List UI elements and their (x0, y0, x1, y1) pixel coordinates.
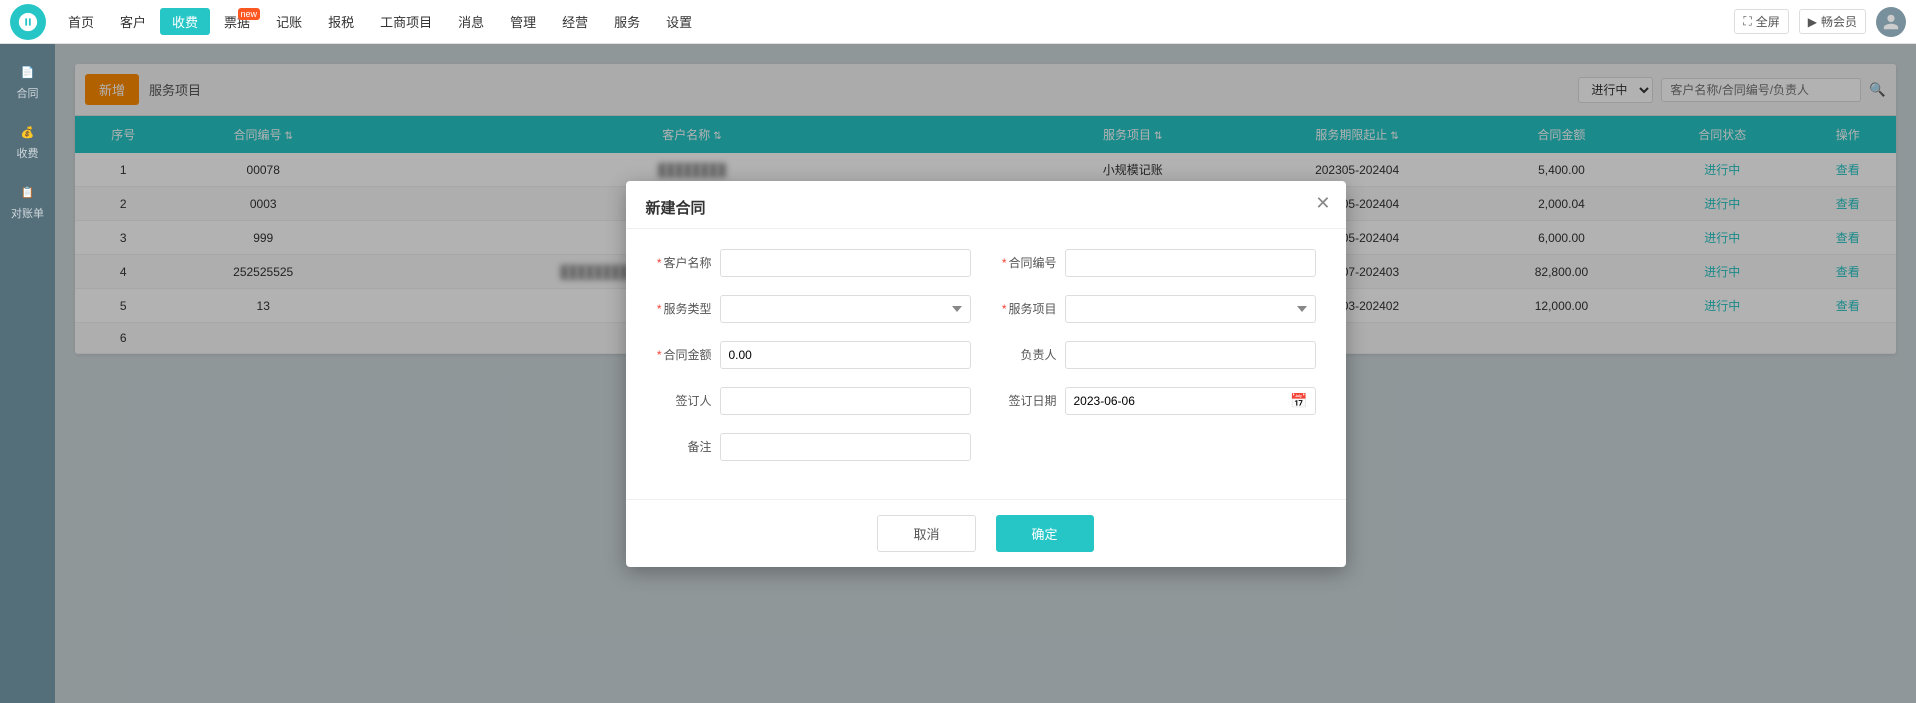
fullscreen-icon: ⛶ (1743, 14, 1751, 29)
form-row-4: 签订人 签订日期 📅 (656, 387, 1316, 415)
form-row-5: 备注 (656, 433, 1316, 461)
bill-icon: 📋 (18, 182, 38, 202)
nav-item-设置[interactable]: 设置 (654, 8, 704, 35)
main-area: 📄 合同 💰 收费 📋 对账单 新增 服务项目 进行中已完成已终止 🔍 (0, 44, 1916, 703)
nav-items: 首页客户收费票据new记账报税工商项目消息管理经营服务设置 (56, 8, 1734, 35)
modal-close-button[interactable]: ✕ (1315, 193, 1330, 214)
signer-label: 签订人 (656, 392, 712, 409)
nav-badge: new (238, 8, 261, 20)
service-item-label: *服务项目 (1001, 300, 1057, 317)
nav-item-管理[interactable]: 管理 (498, 8, 548, 35)
person-in-charge-label: 负责人 (1001, 346, 1057, 363)
form-group-contract-no: *合同编号 (1001, 249, 1316, 277)
logo (10, 4, 46, 40)
form-group-service-type: *服务类型 (656, 295, 971, 323)
sign-date-input[interactable] (1065, 387, 1316, 415)
required-star-5: * (657, 348, 662, 362)
modal-header: 新建合同 (626, 181, 1346, 229)
nav-right: ⛶ 全屏 ▶ 畅会员 (1734, 7, 1906, 37)
logo-icon (17, 11, 39, 33)
date-input-wrap: 📅 (1065, 387, 1316, 415)
sign-date-label: 签订日期 (1001, 392, 1057, 409)
notes-input[interactable] (720, 433, 971, 461)
member-button[interactable]: ▶ 畅会员 (1799, 9, 1866, 34)
service-item-select[interactable] (1065, 295, 1316, 323)
contract-no-label: *合同编号 (1001, 254, 1057, 271)
modal-overlay: 新建合同 ✕ *客户名称 *合同编号 (55, 44, 1916, 703)
required-star-2: * (1002, 256, 1007, 270)
form-group-person-in-charge: 负责人 (1001, 341, 1316, 369)
contract-no-input[interactable] (1065, 249, 1316, 277)
form-group-signer: 签订人 (656, 387, 971, 415)
calendar-icon[interactable]: 📅 (1290, 392, 1307, 409)
nav-item-服务[interactable]: 服务 (602, 8, 652, 35)
sidebar-item-收费[interactable]: 💰 收费 (3, 114, 53, 169)
nav-item-工商项目[interactable]: 工商项目 (368, 8, 444, 35)
service-type-select[interactable] (720, 295, 971, 323)
member-label: 畅会员 (1821, 13, 1857, 30)
nav-item-消息[interactable]: 消息 (446, 8, 496, 35)
avatar-icon (1882, 13, 1900, 31)
sidebar-item-label: 对账单 (11, 205, 44, 221)
form-group-notes: 备注 (656, 433, 971, 461)
contract-amount-input[interactable] (720, 341, 971, 369)
fullscreen-button[interactable]: ⛶ 全屏 (1734, 9, 1788, 34)
amount-label: *合同金额 (656, 346, 712, 363)
form-group-service-item: *服务项目 (1001, 295, 1316, 323)
nav-item-收费[interactable]: 收费 (160, 8, 210, 35)
nav-item-首页[interactable]: 首页 (56, 8, 106, 35)
fee-icon: 💰 (18, 122, 38, 142)
sidebar-item-对账单[interactable]: 📋 对账单 (3, 174, 53, 229)
required-star-3: * (657, 302, 662, 316)
nav-item-客户[interactable]: 客户 (108, 8, 158, 35)
form-group-sign-date: 签订日期 📅 (1001, 387, 1316, 415)
nav-item-票据[interactable]: 票据new (212, 8, 262, 35)
sidebar-item-合同[interactable]: 📄 合同 (3, 54, 53, 109)
nav-item-经营[interactable]: 经营 (550, 8, 600, 35)
contract-icon: 📄 (18, 62, 38, 82)
service-type-label: *服务类型 (656, 300, 712, 317)
form-row-1: *客户名称 *合同编号 (656, 249, 1316, 277)
content-area: 新增 服务项目 进行中已完成已终止 🔍 序号合同编号⇅客户名称⇅服务项目⇅服务期… (55, 44, 1916, 703)
fullscreen-label: 全屏 (1756, 13, 1780, 30)
sidebar: 📄 合同 💰 收费 📋 对账单 (0, 44, 55, 703)
modal-title: 新建合同 (646, 200, 706, 217)
sidebar-item-label: 收费 (17, 145, 39, 161)
required-star-4: * (1002, 302, 1007, 316)
nav-item-报税[interactable]: 报税 (316, 8, 366, 35)
sidebar-item-label: 合同 (17, 85, 39, 101)
form-row-2: *服务类型 *服务项目 (656, 295, 1316, 323)
person-in-charge-input[interactable] (1065, 341, 1316, 369)
member-icon: ▶ (1808, 15, 1817, 29)
customer-name-label: *客户名称 (656, 254, 712, 271)
cancel-button[interactable]: 取消 (877, 515, 975, 552)
modal-footer: 取消 确定 (626, 499, 1346, 567)
user-avatar[interactable] (1876, 7, 1906, 37)
form-row-3: *合同金额 负责人 (656, 341, 1316, 369)
customer-name-input[interactable] (720, 249, 971, 277)
notes-label: 备注 (656, 438, 712, 455)
new-contract-modal: 新建合同 ✕ *客户名称 *合同编号 (626, 181, 1346, 567)
form-group-amount: *合同金额 (656, 341, 971, 369)
nav-item-记账[interactable]: 记账 (264, 8, 314, 35)
form-group-spacer (1001, 433, 1316, 461)
required-star: * (657, 256, 662, 270)
confirm-button[interactable]: 确定 (996, 515, 1094, 552)
signer-input[interactable] (720, 387, 971, 415)
modal-body: *客户名称 *合同编号 (626, 229, 1346, 499)
top-nav: 首页客户收费票据new记账报税工商项目消息管理经营服务设置 ⛶ 全屏 ▶ 畅会员 (0, 0, 1916, 44)
form-group-customer-name: *客户名称 (656, 249, 971, 277)
